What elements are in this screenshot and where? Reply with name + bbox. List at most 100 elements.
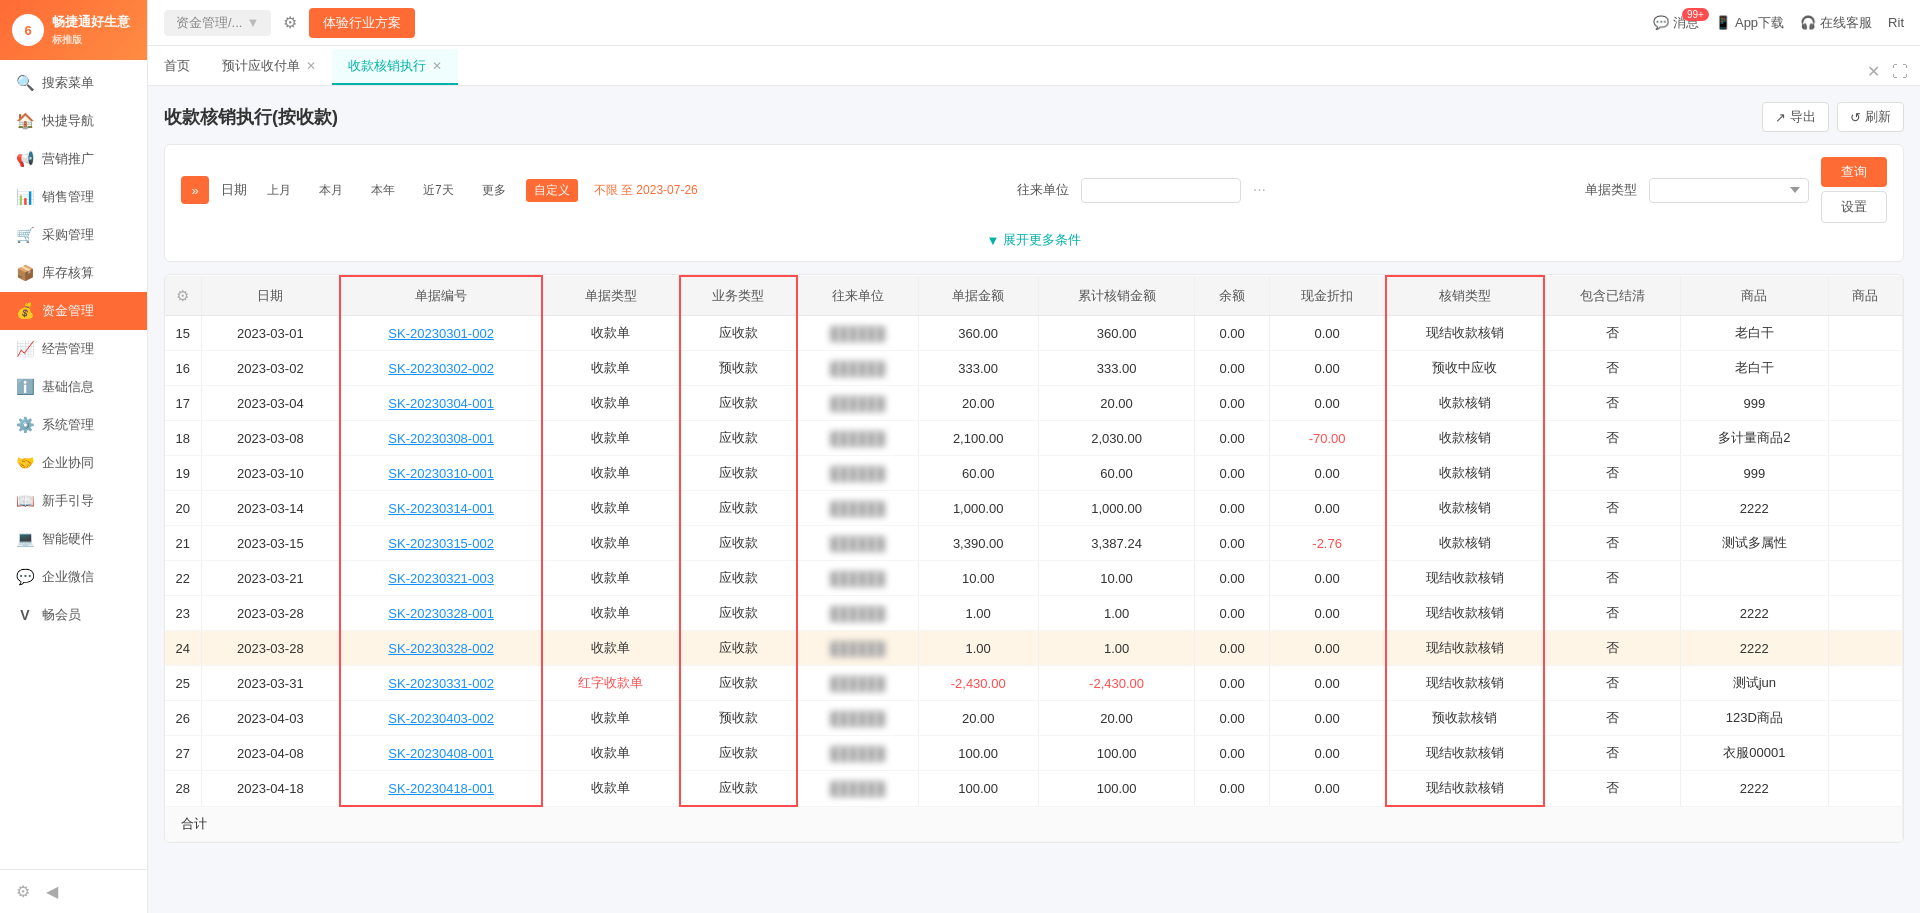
- sidebar-label-operations: 经营管理: [42, 340, 94, 358]
- sidebar-item-basic[interactable]: ℹ️ 基础信息: [0, 368, 147, 406]
- close-all-tabs-icon[interactable]: ✕: [1863, 58, 1884, 85]
- cell-no: 28: [165, 771, 201, 807]
- tab-receipt-exec-close[interactable]: ✕: [432, 59, 442, 73]
- cell-date: 2023-04-18: [201, 771, 340, 807]
- date-filter-label: 日期: [221, 181, 247, 199]
- chevron-down-icon: ▼: [987, 233, 1000, 248]
- expand-conditions-button[interactable]: ▼ 展开更多条件: [987, 231, 1082, 249]
- tab-home[interactable]: 首页: [148, 49, 206, 85]
- cell-partner: ██████: [797, 631, 918, 666]
- th-partner: 往来单位: [797, 276, 918, 316]
- sidebar-item-enterprise[interactable]: 🤝 企业协同: [0, 444, 147, 482]
- online-service-link[interactable]: 🎧 在线客服: [1800, 14, 1872, 32]
- table-header-row: ⚙ 日期 单据编号 单据类型 业务类型 往来单位 单据金额 累计核销金额 余额 …: [165, 276, 1903, 316]
- cell-balance: 0.00: [1195, 386, 1269, 421]
- table-footer-row: 合计: [165, 806, 1903, 842]
- tab-pre-receipt[interactable]: 预计应收付单 ✕: [206, 49, 332, 85]
- bill-no-link[interactable]: SK-20230331-002: [388, 676, 494, 691]
- cell-cash-discount: -70.00: [1269, 421, 1385, 456]
- page-header: 收款核销执行(按收款) ↗ 导出 ↺ 刷新: [164, 102, 1904, 132]
- data-table: ⚙ 日期 单据编号 单据类型 业务类型 往来单位 单据金额 累计核销金额 余额 …: [165, 275, 1903, 842]
- table-body: 15 2023-03-01 SK-20230301-002 收款单 应收款 ██…: [165, 316, 1903, 807]
- date-btn-more[interactable]: 更多: [474, 179, 514, 202]
- bill-no-link[interactable]: SK-20230310-001: [388, 466, 494, 481]
- sidebar-item-purchase[interactable]: 🛒 采购管理: [0, 216, 147, 254]
- cell-bill-type: 收款单: [542, 491, 680, 526]
- industry-plan-button[interactable]: 体验行业方案: [309, 8, 415, 38]
- settings-bottom-icon[interactable]: ⚙: [16, 882, 30, 901]
- bill-no-link[interactable]: SK-20230403-002: [388, 711, 494, 726]
- cell-amount: 2,100.00: [918, 421, 1038, 456]
- sidebar-item-finance[interactable]: 💰 资金管理: [0, 292, 147, 330]
- cell-date: 2023-03-02: [201, 351, 340, 386]
- date-btn-last-month[interactable]: 上月: [259, 179, 299, 202]
- filter-settings-button[interactable]: 设置: [1821, 191, 1887, 223]
- tab-receipt-exec[interactable]: 收款核销执行 ✕: [332, 49, 458, 85]
- cell-cumulative: 333.00: [1038, 351, 1195, 386]
- bill-no-link[interactable]: SK-20230321-003: [388, 571, 494, 586]
- sidebar-item-search[interactable]: 🔍 搜索菜单: [0, 64, 147, 102]
- cell-goods2: [1828, 736, 1902, 771]
- bill-no-link[interactable]: SK-20230315-002: [388, 536, 494, 551]
- refresh-button[interactable]: ↺ 刷新: [1837, 102, 1904, 132]
- bill-no-link[interactable]: SK-20230301-002: [388, 326, 494, 341]
- sidebar-item-hardware[interactable]: 💻 智能硬件: [0, 520, 147, 558]
- th-settings[interactable]: ⚙: [165, 276, 201, 316]
- cell-include-settled: 否: [1544, 666, 1681, 701]
- sidebar-item-operations[interactable]: 📈 经营管理: [0, 330, 147, 368]
- cell-writeoff-type: 现结收款核销: [1386, 631, 1544, 666]
- cell-amount: 60.00: [918, 456, 1038, 491]
- query-button[interactable]: 查询: [1821, 157, 1887, 187]
- cell-bill-type: 收款单: [542, 736, 680, 771]
- sidebar-item-sales[interactable]: 📊 销售管理: [0, 178, 147, 216]
- messages-button[interactable]: 💬 消息 99+: [1653, 14, 1699, 32]
- bill-no-link[interactable]: SK-20230308-001: [388, 431, 494, 446]
- collapse-icon[interactable]: ◀: [46, 882, 58, 901]
- th-biz-type: 业务类型: [680, 276, 797, 316]
- filter-toggle-button[interactable]: »: [181, 176, 209, 204]
- cell-no: 16: [165, 351, 201, 386]
- export-button[interactable]: ↗ 导出: [1762, 102, 1829, 132]
- app-download-link[interactable]: 📱 App下载: [1715, 14, 1784, 32]
- main-area: 资金管理/... ▼ ⚙ 体验行业方案 💬 消息 99+ 📱 App下载 🎧 在…: [148, 0, 1920, 913]
- date-btn-custom[interactable]: 自定义: [526, 179, 578, 202]
- cell-include-settled: 否: [1544, 421, 1681, 456]
- sidebar-label-guide: 新手引导: [42, 492, 94, 510]
- partner-filter-input[interactable]: [1081, 178, 1241, 203]
- cell-amount: 360.00: [918, 316, 1038, 351]
- sidebar-item-wechat[interactable]: 💬 企业微信: [0, 558, 147, 596]
- date-btn-this-year[interactable]: 本年: [363, 179, 403, 202]
- sidebar-item-inventory[interactable]: 📦 库存核算: [0, 254, 147, 292]
- sidebar-item-guide[interactable]: 📖 新手引导: [0, 482, 147, 520]
- maximize-icon[interactable]: ⛶: [1888, 59, 1912, 85]
- cell-bill-type: 收款单: [542, 316, 680, 351]
- sidebar-item-marketing[interactable]: 📢 营销推广: [0, 140, 147, 178]
- bill-no-link[interactable]: SK-20230302-002: [388, 361, 494, 376]
- bill-no-link[interactable]: SK-20230408-001: [388, 746, 494, 761]
- cell-no: 25: [165, 666, 201, 701]
- tab-pre-receipt-close[interactable]: ✕: [306, 59, 316, 73]
- content-area: 收款核销执行(按收款) ↗ 导出 ↺ 刷新 » 日期 上月 本月: [148, 86, 1920, 913]
- user-profile[interactable]: Rit: [1888, 15, 1904, 30]
- bill-no-link[interactable]: SK-20230418-001: [388, 781, 494, 796]
- cell-balance: 0.00: [1195, 771, 1269, 807]
- sidebar-item-system[interactable]: ⚙️ 系统管理: [0, 406, 147, 444]
- date-btn-this-month[interactable]: 本月: [311, 179, 351, 202]
- bill-no-link[interactable]: SK-20230304-001: [388, 396, 494, 411]
- bill-no-link[interactable]: SK-20230328-001: [388, 606, 494, 621]
- topbar-settings-icon[interactable]: ⚙: [279, 9, 301, 36]
- bill-no-link[interactable]: SK-20230314-001: [388, 501, 494, 516]
- sidebar-item-quicknav[interactable]: 🏠 快捷导航: [0, 102, 147, 140]
- cell-goods2: [1828, 666, 1902, 701]
- sidebar-item-member[interactable]: V 畅会员: [0, 596, 147, 634]
- voucher-type-select[interactable]: [1649, 178, 1809, 203]
- table-row: 22 2023-03-21 SK-20230321-003 收款单 应收款 ██…: [165, 561, 1903, 596]
- bill-no-link[interactable]: SK-20230328-002: [388, 641, 494, 656]
- cell-balance: 0.00: [1195, 596, 1269, 631]
- column-settings-icon[interactable]: ⚙: [176, 287, 189, 304]
- filter-more-dots[interactable]: ···: [1253, 181, 1266, 199]
- date-btn-7days[interactable]: 近7天: [415, 179, 462, 202]
- cell-no: 21: [165, 526, 201, 561]
- cell-bill-no: SK-20230310-001: [340, 456, 542, 491]
- th-amount: 单据金额: [918, 276, 1038, 316]
